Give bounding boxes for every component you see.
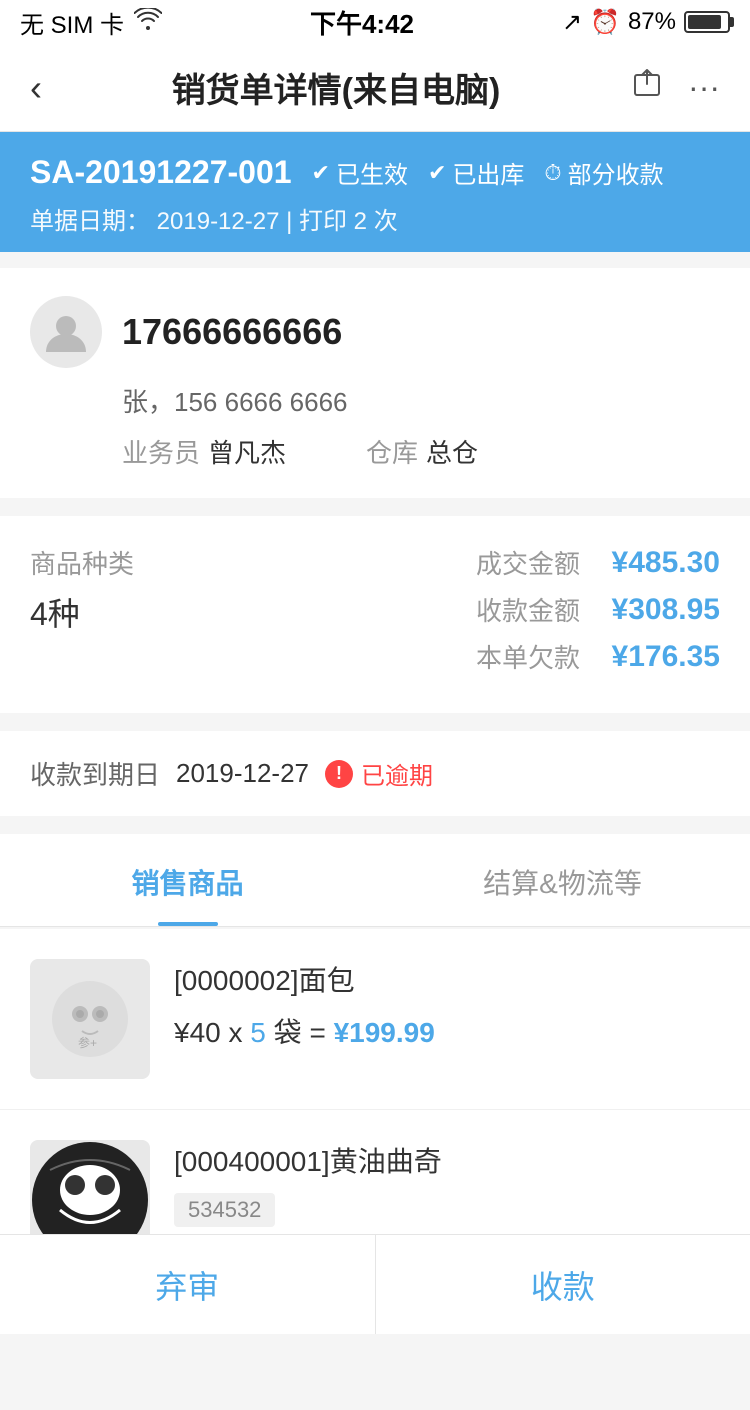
equals-1: = <box>309 1017 333 1048</box>
sales-label: 业务员 <box>122 433 200 470</box>
product-price-1: ¥40 x 5 袋 = ¥199.99 <box>174 1011 720 1051</box>
total-1: ¥199.99 <box>334 1017 435 1048</box>
product-info-1: [0000002]面包 ¥40 x 5 袋 = ¥199.99 <box>174 959 720 1051</box>
list-item: 参+ [0000002]面包 ¥40 x 5 袋 = ¥199.99 <box>0 929 750 1110</box>
page-title: 销货单详情(来自电脑) <box>172 63 501 112</box>
status-badge-shipped: ✔ 已出库 <box>428 155 524 190</box>
order-date: 2019-12-27 <box>157 208 280 235</box>
location-icon: ↗ <box>562 8 582 37</box>
owed-row: 本单欠款 ¥176.35 <box>476 638 720 675</box>
category-info: 商品种类 4种 <box>30 544 134 635</box>
due-date: 2019-12-27 <box>176 758 309 789</box>
share-button[interactable] <box>630 67 664 109</box>
overdue-text: 已逾期 <box>361 756 433 791</box>
received-value: ¥308.95 <box>600 593 720 627</box>
amount-row: 成交金额 ¥485.30 <box>476 544 720 581</box>
check-icon-2: ✔ <box>428 160 446 186</box>
battery-percent: 87% <box>628 8 676 36</box>
customer-meta: 业务员 曾凡杰 仓库 总仓 <box>30 433 720 470</box>
status-time: 下午4:42 <box>310 4 414 41</box>
overdue-icon: ! <box>325 760 353 788</box>
multiply-1: x <box>229 1017 251 1048</box>
status-left: 无 SIM 卡 <box>20 5 162 40</box>
overdue-badge: ! 已逾期 <box>325 756 433 791</box>
tabs: 销售商品 结算&物流等 <box>0 834 750 927</box>
date-label: 单据日期： <box>30 208 150 235</box>
received-row: 收款金额 ¥308.95 <box>476 591 720 628</box>
product-name-1: [0000002]面包 <box>174 959 720 999</box>
customer-name: 17666666666 <box>122 311 342 353</box>
due-label: 收款到期日 <box>30 755 160 792</box>
cancel-button[interactable]: 弃审 <box>0 1235 376 1334</box>
owed-label: 本单欠款 <box>476 638 580 675</box>
status-bar: 无 SIM 卡 下午4:42 ↗ ⏰ 87% <box>0 0 750 44</box>
sales-info: 业务员 曾凡杰 <box>122 433 286 470</box>
print-info: | 打印 2 次 <box>286 208 398 235</box>
price-1: ¥40 <box>174 1017 221 1048</box>
warehouse-value: 总仓 <box>426 433 478 470</box>
amount-label: 成交金额 <box>476 544 580 581</box>
category-value: 4种 <box>30 589 134 635</box>
status-badge-partial: ⏱ 部分收款 <box>544 155 663 190</box>
customer-row: 17666666666 <box>30 296 720 368</box>
banner-date-row: 单据日期： 2019-12-27 | 打印 2 次 <box>30 201 720 236</box>
nav-bar: ‹ 销货单详情(来自电脑) ··· <box>0 44 750 132</box>
stats-section: 商品种类 4种 成交金额 ¥485.30 收款金额 ¥308.95 本单欠款 ¥… <box>0 516 750 713</box>
confirm-button[interactable]: 收款 <box>376 1235 750 1334</box>
product-sku-2: 534532 <box>174 1193 275 1227</box>
product-name-2: [000400001]黄油曲奇 <box>174 1140 720 1180</box>
owed-value: ¥176.35 <box>600 640 720 674</box>
tab-sales-products[interactable]: 销售商品 <box>0 834 375 926</box>
placeholder-image-1: 参+ <box>30 959 150 1079</box>
product-image-1: 参+ <box>30 959 150 1079</box>
bottom-bar: 弃审 收款 <box>0 1234 750 1334</box>
status-badge-effective: ✔ 已生效 <box>312 155 408 190</box>
sales-value: 曾凡杰 <box>208 433 286 470</box>
svg-text:参+: 参+ <box>78 1035 97 1050</box>
warehouse-label: 仓库 <box>366 433 418 470</box>
alarm-icon: ⏰ <box>590 8 620 37</box>
category-label: 商品种类 <box>30 544 134 581</box>
status-right: ↗ ⏰ 87% <box>562 8 730 37</box>
tab-settlement-logistics[interactable]: 结算&物流等 <box>375 834 750 926</box>
order-id: SA-20191227-001 <box>30 154 292 191</box>
clock-icon: ⏱ <box>544 160 561 186</box>
unit-1: 袋 <box>274 1017 302 1048</box>
customer-section: 17666666666 张，156 6666 6666 业务员 曾凡杰 仓库 总… <box>0 268 750 498</box>
financial-stats: 成交金额 ¥485.30 收款金额 ¥308.95 本单欠款 ¥176.35 <box>476 544 720 685</box>
due-section: 收款到期日 2019-12-27 ! 已逾期 <box>0 731 750 816</box>
carrier-label: 无 SIM 卡 <box>20 5 124 40</box>
header-banner: SA-20191227-001 ✔ 已生效 ✔ 已出库 ⏱ 部分收款 单据日期：… <box>0 132 750 252</box>
more-button[interactable]: ··· <box>688 69 720 106</box>
amount-value: ¥485.30 <box>600 546 720 580</box>
wifi-icon <box>134 8 162 37</box>
warehouse-info: 仓库 总仓 <box>366 433 478 470</box>
received-label: 收款金额 <box>476 591 580 628</box>
customer-sub-info: 张，156 6666 6666 <box>30 382 720 419</box>
back-button[interactable]: ‹ <box>30 67 42 109</box>
nav-actions: ··· <box>630 67 720 109</box>
qty-1: 5 <box>250 1017 266 1048</box>
avatar <box>30 296 102 368</box>
banner-row1: SA-20191227-001 ✔ 已生效 ✔ 已出库 ⏱ 部分收款 <box>30 154 720 191</box>
check-icon-1: ✔ <box>312 160 330 186</box>
battery-icon <box>684 11 730 33</box>
